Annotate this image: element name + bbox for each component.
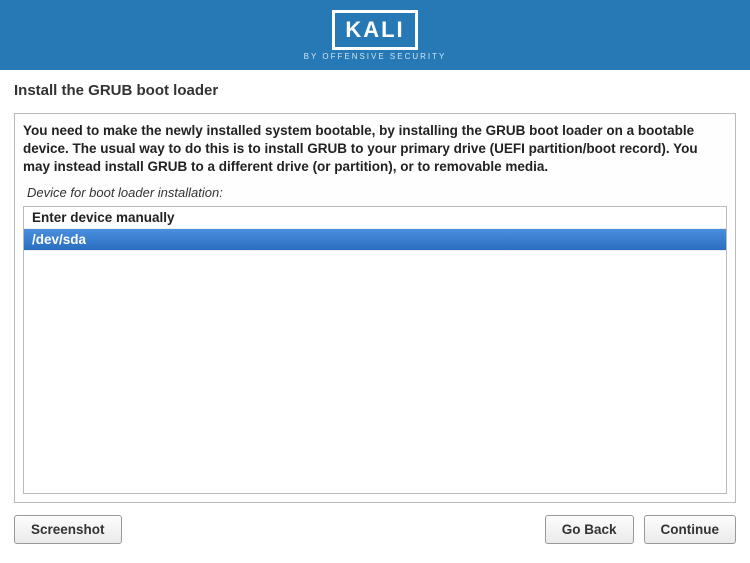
footer: Screenshot Go Back Continue (0, 503, 750, 556)
kali-logo: KALI (332, 10, 417, 50)
go-back-button[interactable]: Go Back (545, 515, 634, 544)
device-list-item-manual[interactable]: Enter device manually (24, 207, 726, 229)
field-label: Device for boot loader installation: (23, 185, 727, 200)
logo-subtitle: BY OFFENSIVE SECURITY (304, 52, 447, 61)
screenshot-button[interactable]: Screenshot (14, 515, 122, 544)
page-title: Install the GRUB boot loader (14, 82, 736, 99)
device-list[interactable]: Enter device manually /dev/sda (23, 206, 727, 494)
instruction-text: You need to make the newly installed sys… (23, 122, 727, 177)
continue-button[interactable]: Continue (644, 515, 737, 544)
content-area: Install the GRUB boot loader You need to… (0, 70, 750, 503)
device-list-item-sda[interactable]: /dev/sda (24, 229, 726, 251)
footer-right: Go Back Continue (545, 515, 736, 544)
main-panel: You need to make the newly installed sys… (14, 113, 736, 503)
header-banner: KALI BY OFFENSIVE SECURITY (0, 0, 750, 70)
